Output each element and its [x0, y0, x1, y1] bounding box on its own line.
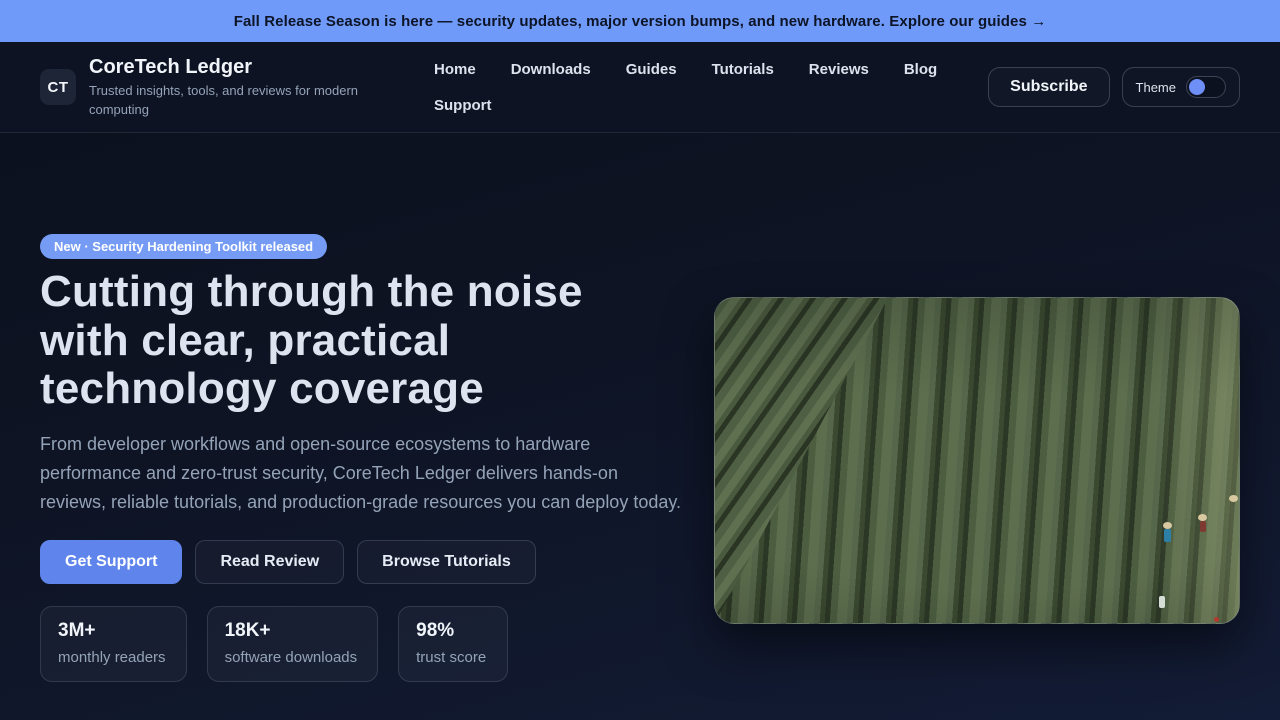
- get-support-button[interactable]: Get Support: [40, 539, 183, 584]
- stat-label: trust score: [416, 648, 487, 666]
- hero-section: New · Security Hardening Toolkit release…: [0, 133, 1280, 682]
- cta-row: Get Support Read Review Browse Tutorials: [40, 539, 690, 584]
- stat-value: 3M+: [58, 619, 96, 641]
- main-nav: Home Downloads Guides Tutorials Reviews …: [434, 61, 979, 114]
- image-detail-worker-hat: [1163, 522, 1172, 529]
- hero-description: From developer workflows and open-source…: [40, 433, 682, 512]
- nav-item-reviews[interactable]: Reviews: [809, 61, 869, 78]
- brand-text: CoreTech Ledger Trusted insights, tools,…: [89, 55, 369, 119]
- read-review-button[interactable]: Read Review: [195, 539, 345, 584]
- site-header: CT CoreTech Ledger Trusted insights, too…: [0, 42, 1280, 133]
- image-detail-worker-hat: [1198, 514, 1207, 521]
- nav-item-home[interactable]: Home: [434, 61, 476, 78]
- theme-label: Theme: [1135, 79, 1176, 95]
- header-actions: Subscribe Theme: [988, 67, 1240, 107]
- release-badge: New · Security Hardening Toolkit release…: [40, 234, 328, 259]
- stat-card-trust: 98% trust score: [398, 605, 509, 682]
- image-detail-worker-hat: [1229, 495, 1238, 502]
- stats-row: 3M+ monthly readers 18K+ software downlo…: [40, 605, 690, 682]
- stat-value: 18K+: [224, 619, 271, 641]
- browse-tutorials-button[interactable]: Browse Tutorials: [357, 539, 536, 584]
- theme-toggle[interactable]: [1186, 76, 1226, 98]
- hero-content: New · Security Hardening Toolkit release…: [40, 234, 690, 682]
- subscribe-button[interactable]: Subscribe: [988, 67, 1110, 107]
- stat-label: monthly readers: [58, 648, 166, 666]
- stat-label: software downloads: [224, 648, 358, 666]
- hero-image-tea-plantation: [714, 297, 1240, 624]
- theme-control: Theme: [1121, 67, 1240, 107]
- stat-value: 98%: [416, 619, 455, 641]
- announcement-banner[interactable]: Fall Release Season is here — security u…: [0, 0, 1280, 42]
- nav-item-guides[interactable]: Guides: [626, 61, 677, 78]
- image-detail-worker-red: [1200, 521, 1206, 532]
- brand: CT CoreTech Ledger Trusted insights, too…: [40, 55, 434, 119]
- stat-card-readers: 3M+ monthly readers: [40, 605, 187, 682]
- announcement-text[interactable]: Fall Release Season is here — security u…: [234, 13, 1047, 30]
- theme-toggle-knob: [1189, 79, 1205, 95]
- image-detail-red-speck: [1214, 617, 1219, 622]
- image-detail-basket: [1159, 596, 1165, 608]
- site-logo[interactable]: CT: [40, 69, 76, 105]
- image-detail-worker-blue: [1164, 529, 1171, 542]
- nav-item-support[interactable]: Support: [434, 97, 492, 114]
- nav-item-tutorials[interactable]: Tutorials: [712, 61, 774, 78]
- site-tagline: Trusted insights, tools, and reviews for…: [89, 83, 359, 117]
- nav-item-blog[interactable]: Blog: [904, 61, 937, 78]
- site-title: CoreTech Ledger: [89, 56, 252, 78]
- stat-card-downloads: 18K+ software downloads: [206, 605, 379, 682]
- hero-heading: Cutting through the noise with clear, pr…: [40, 267, 583, 413]
- nav-item-downloads[interactable]: Downloads: [511, 61, 591, 78]
